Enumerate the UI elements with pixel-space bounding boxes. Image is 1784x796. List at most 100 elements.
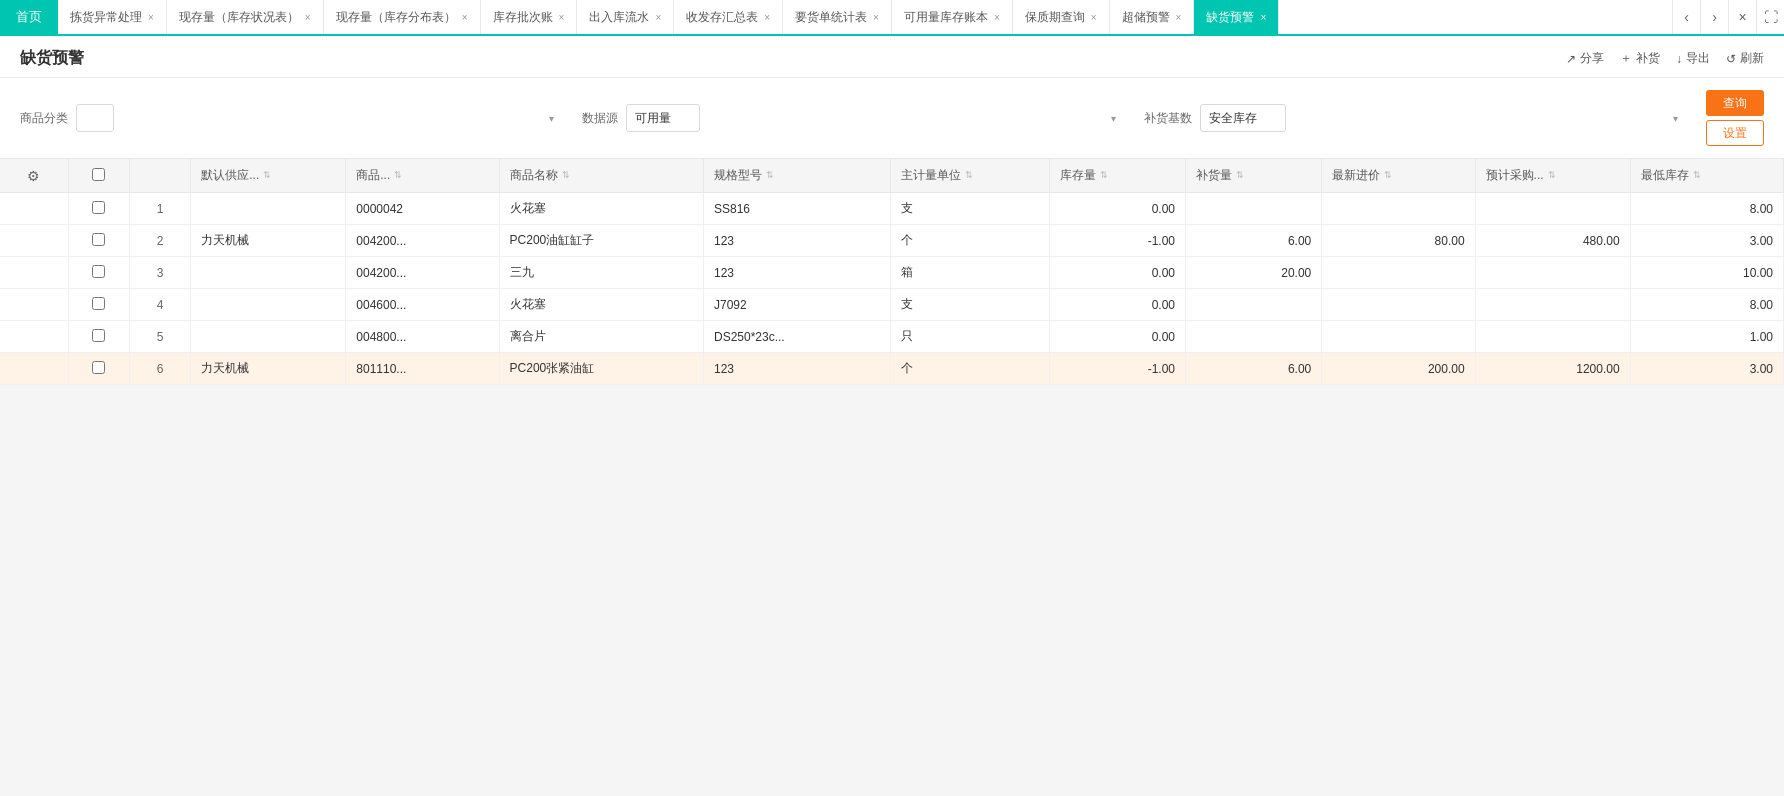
column-replenish-qty[interactable]: 补货量 ⇅ — [1186, 159, 1322, 193]
column-stock-label: 库存量 — [1060, 167, 1096, 184]
column-setting[interactable]: ⚙ — [0, 159, 68, 193]
table-row[interactable]: 1 0000042 火花塞 SS816 支 0.00 8.00 — [0, 193, 1784, 225]
row-checkbox-cell[interactable] — [68, 225, 129, 257]
sort-latest-price-icon[interactable]: ⇅ — [1384, 171, 1392, 180]
tab-close-icon[interactable]: × — [994, 12, 1000, 23]
tab-close-icon[interactable]: × — [148, 12, 154, 23]
row-unit: 只 — [891, 321, 1049, 353]
datasource-select[interactable]: 可用量 库存量 — [626, 104, 700, 132]
row-min-stock: 3.00 — [1630, 353, 1783, 385]
tab-close-icon[interactable]: × — [1176, 12, 1182, 23]
row-spec: 123 — [703, 353, 890, 385]
page-title: 缺货预警 — [20, 48, 84, 69]
column-expected-purchase[interactable]: 预计采购... ⇅ — [1475, 159, 1630, 193]
sort-min-stock-icon[interactable]: ⇅ — [1693, 171, 1701, 180]
column-supplier[interactable]: 默认供应... ⇅ — [191, 159, 346, 193]
column-spec[interactable]: 规格型号 ⇅ — [703, 159, 890, 193]
export-button[interactable]: ↓ 导出 — [1676, 50, 1710, 67]
column-replenish-qty-label: 补货量 — [1196, 167, 1232, 184]
tab-fullscreen-button[interactable]: ⛶ — [1756, 0, 1784, 35]
row-expected-purchase: 1200.00 — [1475, 353, 1630, 385]
row-checkbox-cell[interactable] — [68, 353, 129, 385]
tab-close-icon[interactable]: × — [873, 12, 879, 23]
sort-unit-icon[interactable]: ⇅ — [965, 171, 973, 180]
export-label: 导出 — [1686, 50, 1710, 67]
tab-receive-summary[interactable]: 收发存汇总表 × — [674, 0, 783, 34]
table-row[interactable]: 3 004200... 三九 123 箱 0.00 20.00 10.00 — [0, 257, 1784, 289]
replenish-button[interactable]: ＋ 补货 — [1620, 50, 1660, 67]
tab-close-icon[interactable]: × — [655, 12, 661, 23]
row-checkbox-cell[interactable] — [68, 321, 129, 353]
column-min-stock[interactable]: 最低库存 ⇅ — [1630, 159, 1783, 193]
tab-close-icon[interactable]: × — [559, 12, 565, 23]
tab-label: 要货单统计表 — [795, 9, 867, 26]
tab-batch-account[interactable]: 库存批次账 × — [481, 0, 578, 34]
refresh-button[interactable]: ↺ 刷新 — [1726, 50, 1764, 67]
row-checkbox[interactable] — [92, 265, 105, 278]
query-button[interactable]: 查询 — [1706, 90, 1764, 116]
tab-label: 收发存汇总表 — [686, 9, 758, 26]
row-latest-price: 80.00 — [1322, 225, 1475, 257]
tab-inventory-dist[interactable]: 现存量（库存分布表） × — [324, 0, 481, 34]
tab-defect-processing[interactable]: 拣货异常处理 × — [58, 0, 167, 34]
tab-close-icon[interactable]: × — [1260, 12, 1266, 23]
column-stock[interactable]: 库存量 ⇅ — [1049, 159, 1185, 193]
column-expected-purchase-label: 预计采购... — [1486, 167, 1544, 184]
row-checkbox[interactable] — [92, 201, 105, 214]
row-name: PC200张紧油缸 — [499, 353, 703, 385]
sort-name-icon[interactable]: ⇅ — [562, 171, 570, 180]
tab-close-icon[interactable]: × — [764, 12, 770, 23]
tab-inventory-status[interactable]: 现存量（库存状况表） × — [167, 0, 324, 34]
tab-inout-flow[interactable]: 出入库流水 × — [577, 0, 674, 34]
column-checkbox[interactable] — [68, 159, 129, 193]
tab-overstock-warning[interactable]: 超储预警 × — [1110, 0, 1195, 34]
table-row[interactable]: 4 004600... 火花塞 J7092 支 0.00 8.00 — [0, 289, 1784, 321]
tab-prev-button[interactable]: ‹ — [1672, 0, 1700, 35]
row-unit: 个 — [891, 225, 1049, 257]
row-checkbox[interactable] — [92, 233, 105, 246]
select-all-checkbox[interactable] — [92, 168, 105, 181]
page-header: 缺货预警 ↗ 分享 ＋ 补货 ↓ 导出 ↺ 刷新 — [0, 36, 1784, 78]
sort-expected-purchase-icon[interactable]: ⇅ — [1548, 171, 1556, 180]
tab-next-button[interactable]: › — [1700, 0, 1728, 35]
tab-close-all-button[interactable]: × — [1728, 0, 1756, 35]
tab-requisition-stats[interactable]: 要货单统计表 × — [783, 0, 892, 34]
tab-label: 库存批次账 — [493, 9, 553, 26]
row-checkbox[interactable] — [92, 361, 105, 374]
tab-close-icon[interactable]: × — [305, 12, 311, 23]
column-latest-price[interactable]: 最新进价 ⇅ — [1322, 159, 1475, 193]
share-button[interactable]: ↗ 分享 — [1566, 50, 1604, 67]
sort-spec-icon[interactable]: ⇅ — [766, 171, 774, 180]
tab-close-icon[interactable]: × — [1091, 12, 1097, 23]
sort-stock-icon[interactable]: ⇅ — [1100, 171, 1108, 180]
tab-home[interactable]: 首页 — [0, 0, 58, 34]
row-checkbox[interactable] — [92, 329, 105, 342]
table-row[interactable]: 5 004800... 离合片 DS250*23c... 只 0.00 1.00 — [0, 321, 1784, 353]
table-row[interactable]: 2 力天机械 004200... PC200油缸缸子 123 个 -1.00 6… — [0, 225, 1784, 257]
column-code[interactable]: 商品... ⇅ — [346, 159, 499, 193]
row-min-stock: 10.00 — [1630, 257, 1783, 289]
row-checkbox-cell[interactable] — [68, 289, 129, 321]
settings-button[interactable]: 设置 — [1706, 120, 1764, 146]
column-unit[interactable]: 主计量单位 ⇅ — [891, 159, 1049, 193]
datasource-label: 数据源 — [582, 110, 618, 127]
row-checkbox-cell[interactable] — [68, 257, 129, 289]
row-checkbox[interactable] — [92, 297, 105, 310]
tab-label: 保质期查询 — [1025, 9, 1085, 26]
sort-replenish-qty-icon[interactable]: ⇅ — [1236, 171, 1244, 180]
filter-replenish-base: 补货基数 安全库存 最低库存 ▾ — [1144, 104, 1686, 132]
tab-available-ledger[interactable]: 可用量库存账本 × — [892, 0, 1013, 34]
sort-supplier-icon[interactable]: ⇅ — [263, 171, 271, 180]
column-name[interactable]: 商品名称 ⇅ — [499, 159, 703, 193]
sort-code-icon[interactable]: ⇅ — [394, 171, 402, 180]
tab-close-icon[interactable]: × — [462, 12, 468, 23]
gear-icon[interactable]: ⚙ — [27, 168, 40, 184]
tab-shortage-warning[interactable]: 缺货预警 × — [1194, 0, 1279, 34]
table-row[interactable]: 6 力天机械 801110... PC200张紧油缸 123 个 -1.00 6… — [0, 353, 1784, 385]
row-min-stock: 1.00 — [1630, 321, 1783, 353]
filter-actions: 查询 设置 — [1706, 90, 1764, 146]
tab-expiry-query[interactable]: 保质期查询 × — [1013, 0, 1110, 34]
replenish-base-select[interactable]: 安全库存 最低库存 — [1200, 104, 1286, 132]
category-select[interactable] — [76, 104, 114, 132]
row-checkbox-cell[interactable] — [68, 193, 129, 225]
